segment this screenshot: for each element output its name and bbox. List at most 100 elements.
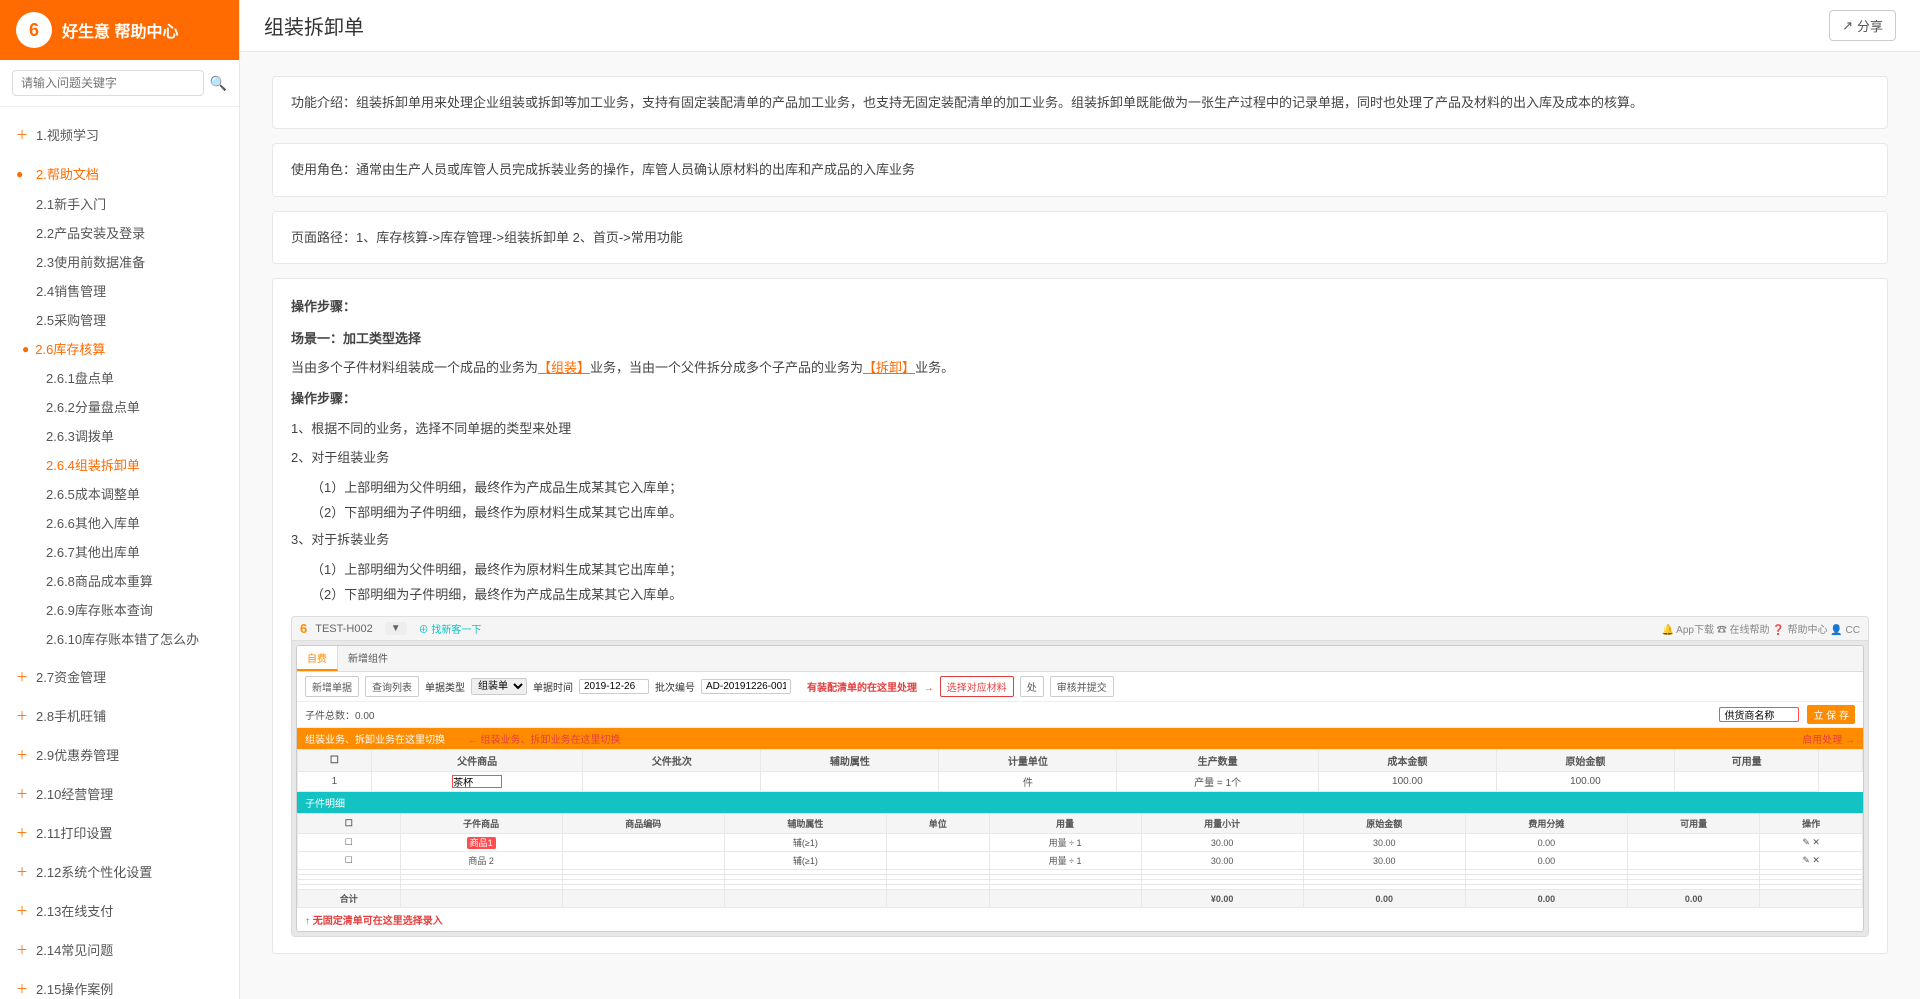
sidebar-item-docs-label: 2.帮助文档 — [36, 164, 99, 183]
td-avail — [1674, 772, 1818, 792]
lth-select: ☐ — [298, 814, 401, 834]
annotation-enable: 启用处理 → — [1802, 731, 1855, 746]
th-orig-amt: 原始金额 — [1496, 750, 1674, 772]
mock-btn-extra[interactable]: 处 — [1020, 676, 1044, 697]
mock-field-date-label: 单据时间 — [533, 679, 573, 694]
lth-fee: 费用分摊 — [1465, 814, 1627, 834]
nav-tree: ＋ 1.视频学习 ● 2.帮助文档 2.1新手入门 2.2产品安装及登录 2.3… — [0, 107, 239, 999]
td-goods — [371, 772, 583, 792]
mock-tab-zifei[interactable]: 自费 — [297, 646, 338, 671]
sidebar-item-other-out[interactable]: 2.6.7其他出库单 — [0, 537, 239, 566]
sidebar-item-video[interactable]: ＋ 1.视频学习 — [0, 119, 239, 150]
share-icon: ↗ — [1842, 18, 1853, 34]
lth-avail: 可用量 — [1627, 814, 1759, 834]
step3-2: （2）下部明细为子件明细，最终作为产成品生成某其它入库单。 — [311, 583, 1869, 606]
mock-select-type[interactable]: 组装单 拆卸单 — [471, 678, 527, 695]
plus-icon-faq: ＋ — [16, 941, 30, 958]
search-input[interactable] — [12, 70, 204, 96]
inventory-sub-items: 2.6.1盘点单 2.6.2分量盘点单 2.6.3调拨单 2.6.4组装拆卸单 … — [0, 363, 239, 653]
mock-form-section: 子件总数：0.00 立 保 存 — [297, 702, 1863, 728]
annotation-switch: ← 组装业务、拆卸业务在这里切换 — [468, 735, 621, 746]
sidebar-item-install[interactable]: 2.2产品安装及登录 — [0, 218, 239, 247]
step2-list: （1）上部明细为父件明细，最终作为产成品生成某其它入库单； （2）下部明细为子件… — [291, 476, 1869, 525]
sidebar-item-operation-label: 2.10经营管理 — [36, 784, 113, 803]
path-box: 页面路径：1、库存核算->库存管理->组装拆卸单 2、首页->常用功能 — [272, 211, 1888, 264]
sidebar-item-faq-label: 2.14常见问题 — [36, 940, 113, 959]
sidebar-item-finance-label: 2.7资金管理 — [36, 667, 106, 686]
sidebar-item-inventory-label: 2.6库存核算 — [35, 339, 105, 358]
step2-2: （2）下部明细为子件明细，最终作为原材料生成某其它出库单。 — [311, 501, 1869, 524]
input-goods[interactable] — [452, 775, 502, 788]
docs-sub-items: 2.1新手入门 2.2产品安装及登录 2.3使用前数据准备 2.4销售管理 2.… — [0, 189, 239, 653]
content-area: 功能介绍：组装拆卸单用来处理企业组装或拆卸等加工业务，支持有固定装配清单的产品加… — [240, 52, 1920, 999]
annotation-assembly: 有装配清单的在这里处理 → — [807, 679, 934, 694]
mock-app-window: 自费 新增组件 新增单据 查询列表 单据类型 组装单 拆卸单 — [296, 645, 1864, 932]
sidebar-item-coupon-label: 2.9优惠券管理 — [36, 745, 119, 764]
mock-input-batch[interactable] — [701, 679, 791, 694]
sidebar-item-stocktake[interactable]: 2.6.1盘点单 — [0, 363, 239, 392]
sidebar-item-data-prep[interactable]: 2.3使用前数据准备 — [0, 247, 239, 276]
mock-input-date[interactable] — [579, 679, 649, 694]
role-box: 使用角色：通常由生产人员或库管人员完成拆装业务的操作，库管人员确认原材料的出库和… — [272, 143, 1888, 196]
topbar: 组装拆卸单 ↗ 分享 — [240, 0, 1920, 52]
sidebar-item-faq[interactable]: ＋ 2.14常见问题 — [0, 934, 239, 965]
sidebar-item-portion-stocktake[interactable]: 2.6.2分量盘点单 — [0, 392, 239, 421]
nav-section-coupon: ＋ 2.9优惠券管理 — [0, 735, 239, 774]
screenshot-inner: 6 TEST-H002 ▼ ⊕ 找新客一下 🔔 App下载 ☎ 在线帮助 ❓ 帮… — [292, 617, 1868, 936]
logo-icon: 6 — [16, 12, 52, 48]
sidebar-item-sales[interactable]: 2.4销售管理 — [0, 276, 239, 305]
sidebar-item-docs[interactable]: ● 2.帮助文档 — [0, 158, 239, 189]
mock-btn-list[interactable]: 查询列表 — [365, 676, 419, 697]
th-aux-attr: 辅助属性 — [761, 750, 939, 772]
mock-tab-new[interactable]: 新增组件 — [338, 646, 398, 671]
sidebar-item-purchase[interactable]: 2.5采购管理 — [0, 305, 239, 334]
plus-icon: ＋ — [16, 126, 30, 143]
sidebar-item-ledger-fix[interactable]: 2.6.10库存账本错了怎么办 — [0, 624, 239, 653]
th-prod-qty: 生产数量 — [1117, 750, 1318, 772]
mock-lower-table: ☐ 子件商品 商品编码 辅助属性 单位 用量 用量小计 原始金额 费用分摊 — [297, 813, 1863, 908]
nav-section-docs: ● 2.帮助文档 2.1新手入门 2.2产品安装及登录 2.3使用前数据准备 2… — [0, 154, 239, 657]
sidebar-item-operation[interactable]: ＋ 2.10经营管理 — [0, 778, 239, 809]
sidebar-item-payment[interactable]: ＋ 2.13在线支付 — [0, 895, 239, 926]
sidebar-item-newbie[interactable]: 2.1新手入门 — [0, 189, 239, 218]
mock-btn-approve[interactable]: 审核并提交 — [1050, 676, 1114, 697]
nav-section-operation: ＋ 2.10经营管理 — [0, 774, 239, 813]
sidebar-item-print[interactable]: ＋ 2.11打印设置 — [0, 817, 239, 848]
scene-title: 场景一：加工类型选择 — [291, 327, 1869, 350]
path-text: 页面路径：1、库存核算->库存管理->组装拆卸单 2、首页->常用功能 — [291, 230, 683, 245]
step3-list: （1）上部明细为父件明细，最终作为原材料生成某其它出库单； （2）下部明细为子件… — [291, 558, 1869, 607]
sidebar-item-inventory-ledger[interactable]: 2.6.9库存账本查询 — [0, 595, 239, 624]
table-row: 1 件 产量 = 1个 100.00 100.00 — [298, 772, 1863, 792]
sidebar-item-assembly[interactable]: 2.6.4组装拆卸单 — [0, 450, 239, 479]
sidebar-item-coupon[interactable]: ＋ 2.9优惠券管理 — [0, 739, 239, 770]
td-attr — [761, 772, 939, 792]
intro-text: 功能介绍：组装拆卸单用来处理企业组装或拆卸等加工业务，支持有固定装配清单的产品加… — [291, 95, 1643, 110]
sidebar-item-cases[interactable]: ＋ 2.15操作案例 — [0, 973, 239, 999]
sidebar-item-payment-label: 2.13在线支付 — [36, 901, 113, 920]
browser-icons: 🔔 App下载 ☎ 在线帮助 ❓ 帮助中心 👤 CC — [1662, 621, 1861, 636]
search-icon[interactable]: 🔍 — [210, 75, 227, 92]
sidebar-item-system[interactable]: ＋ 2.12系统个性化设置 — [0, 856, 239, 887]
link-assembly[interactable]: 【组装】 — [538, 360, 590, 375]
sidebar-item-inventory[interactable]: ● 2.6库存核算 — [0, 334, 239, 363]
share-button[interactable]: ↗ 分享 — [1829, 10, 1896, 41]
steps-title: 操作步骤： — [291, 387, 1869, 410]
th-unit: 计量单位 — [939, 750, 1117, 772]
lth-goods-code: 商品编码 — [562, 814, 724, 834]
sidebar-item-transfer[interactable]: 2.6.3调拨单 — [0, 421, 239, 450]
sidebar-item-cost-adjust[interactable]: 2.6.5成本调整单 — [0, 479, 239, 508]
sidebar-item-mobile[interactable]: ＋ 2.8手机旺铺 — [0, 700, 239, 731]
link-disassembly[interactable]: 【拆卸】 — [863, 360, 915, 375]
sidebar-item-other-in[interactable]: 2.6.6其他入库单 — [0, 508, 239, 537]
lth-usage: 用量 — [989, 814, 1141, 834]
td-uom: 件 — [939, 772, 1117, 792]
step1: 1、根据不同的业务，选择不同单据的类型来处理 — [291, 417, 1869, 440]
sidebar-item-finance[interactable]: ＋ 2.7资金管理 — [0, 661, 239, 692]
mock-btn-select-material[interactable]: 选择对应材料 — [940, 676, 1014, 697]
mock-input-supplier[interactable] — [1719, 707, 1799, 722]
mock-btn-save[interactable]: 立 保 存 — [1807, 705, 1855, 724]
sidebar-header: 6 好生意 帮助中心 — [0, 0, 239, 60]
mock-btn-create[interactable]: 新增单据 — [305, 676, 359, 697]
plus-icon-print: ＋ — [16, 824, 30, 841]
sidebar-item-cost-recalc[interactable]: 2.6.8商品成本重算 — [0, 566, 239, 595]
